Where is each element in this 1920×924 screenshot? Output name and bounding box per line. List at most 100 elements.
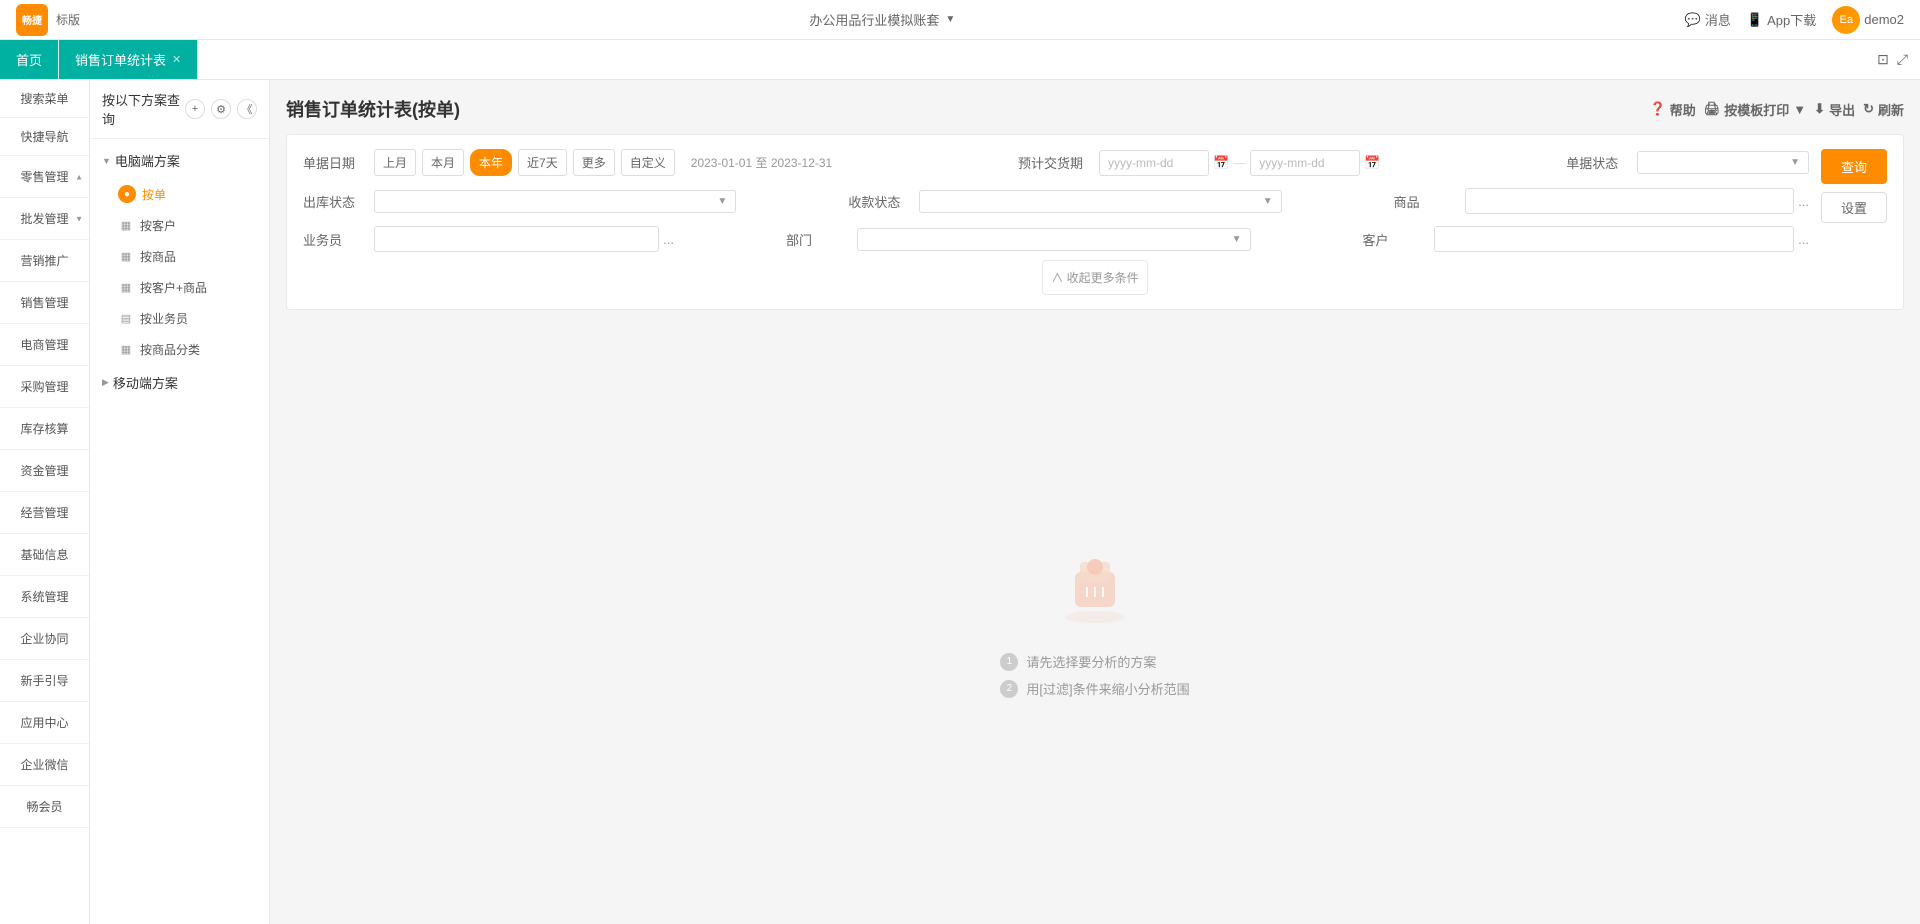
goods-input-group: ... [1465, 188, 1809, 214]
sidebar-item-basic[interactable]: 基础信息 [0, 534, 89, 576]
sidebar-item-enterprise[interactable]: 企业协同 [0, 618, 89, 660]
sidebar-item-wechat[interactable]: 企业微信 [0, 744, 89, 786]
sidebar-item-system[interactable]: 系统管理 [0, 576, 89, 618]
date-btn-7days[interactable]: 近7天 [518, 149, 567, 176]
date-btn-more[interactable]: 更多 [573, 149, 615, 176]
sidebar-item-quick-nav[interactable]: 快捷导航 [0, 118, 89, 156]
salesperson-more-btn[interactable]: ... [663, 232, 674, 247]
collapse-panel-btn[interactable]: 《 [237, 99, 257, 119]
print-icon: 🖨 [1704, 101, 1721, 117]
sidebar-item-finance[interactable]: 资金管理 [0, 450, 89, 492]
expected-date-end[interactable] [1250, 150, 1360, 176]
sidebar-item-retail[interactable]: 零售管理 [0, 156, 89, 198]
page-title: 销售订单统计表(按单) [286, 96, 460, 122]
top-bar: 畅捷 标版 办公用品行业模拟账套 ▼ 💬 消息 📱 App下载 Ea demo2 [0, 0, 1920, 40]
export-icon: ⬇ [1814, 101, 1825, 117]
sidebar-item-apps[interactable]: 应用中心 [0, 702, 89, 744]
app-download-btn[interactable]: 📱 App下载 [1747, 10, 1816, 29]
date-btn-this-year[interactable]: 本年 [470, 149, 512, 176]
mobile-scheme-parent[interactable]: ▶ 移动端方案 [90, 365, 269, 400]
tab-home[interactable]: 首页 [0, 40, 59, 79]
window-maximize-icon[interactable]: ⤢ [1897, 51, 1908, 68]
salesperson-label: 业务员 [303, 230, 358, 249]
calendar-icon-end[interactable]: 📅 [1364, 155, 1380, 171]
tree-expand-icon: ▶ [102, 377, 109, 388]
refresh-btn[interactable]: ↻ 刷新 [1863, 100, 1904, 119]
empty-tip-1: 1 请先选择要分析的方案 [1000, 652, 1189, 671]
date-btn-last-month[interactable]: 上月 [374, 149, 416, 176]
refresh-icon: ↻ [1863, 101, 1874, 117]
scheme-icon: ▦ [118, 342, 134, 358]
page-title-actions: ❓ 帮助 🖨 按模板打印 ▼ ⬇ 导出 ↻ 刷新 [1650, 100, 1904, 119]
scheme-by-order[interactable]: ● 按单 [90, 178, 269, 210]
bill-status-select[interactable]: ▼ [1637, 151, 1809, 174]
sidebar-item-marketing[interactable]: 营销推广 [0, 240, 89, 282]
export-btn[interactable]: ⬇ 导出 [1814, 100, 1855, 119]
sidebar-item-search-menu[interactable]: 搜索菜单 [0, 80, 89, 118]
customer-input-group: ... [1434, 226, 1810, 252]
scheme-by-cust-prod[interactable]: ▦ 按客户+商品 [90, 272, 269, 303]
customer-input[interactable] [1434, 226, 1795, 252]
print-dropdown-icon: ▼ [1793, 102, 1806, 117]
expected-date-start[interactable] [1099, 150, 1209, 176]
left-panel-header: 按以下方案查询 + ⚙ 《 [90, 80, 269, 139]
payment-status-select[interactable]: ▼ [919, 190, 1281, 213]
date-options: 上月 本月 本年 近7天 更多 自定义 [374, 149, 675, 176]
top-bar-right: 💬 消息 📱 App下载 Ea demo2 [1685, 6, 1904, 34]
tab-bar-actions: ⊡ ⤢ [1865, 40, 1920, 79]
messages-btn[interactable]: 💬 消息 [1685, 10, 1731, 29]
pc-scheme-section: ▼ 电脑端方案 ● 按单 ▦ 按客户 ▦ 按商品 ▦ 按客户+商品 ▤ 按业务员 [90, 139, 269, 404]
filter-row-2: 出库状态 ▼ 收款状态 ▼ 商品 [303, 188, 1809, 214]
date-btn-this-month[interactable]: 本月 [422, 149, 464, 176]
left-panel-actions: + ⚙ 《 [185, 99, 257, 119]
scheme-by-customer[interactable]: ▦ 按客户 [90, 210, 269, 241]
workspace-selector[interactable]: 办公用品行业模拟账套 ▼ [809, 10, 955, 29]
sidebar-item-sales-mgmt[interactable]: 销售管理 [0, 282, 89, 324]
setting-button[interactable]: 设置 [1821, 192, 1887, 223]
avatar: Ea [1832, 6, 1860, 34]
payment-status-dropdown-icon: ▼ [1263, 196, 1273, 207]
scheme-by-salesperson[interactable]: ▤ 按业务员 [90, 303, 269, 334]
scheme-by-product[interactable]: ▦ 按商品 [90, 241, 269, 272]
print-btn[interactable]: 🖨 按模板打印 ▼ [1704, 100, 1806, 119]
date-separator: — [1233, 155, 1246, 170]
calendar-icon-start[interactable]: 📅 [1213, 155, 1229, 171]
salesperson-input[interactable] [374, 226, 659, 252]
goods-more-btn[interactable]: ... [1798, 194, 1809, 209]
left-panel-title: 按以下方案查询 [102, 90, 185, 128]
user-menu[interactable]: Ea demo2 [1832, 6, 1904, 34]
shipment-status-select[interactable]: ▼ [374, 190, 736, 213]
bill-date-label: 单据日期 [303, 153, 358, 172]
customer-more-btn[interactable]: ... [1798, 232, 1809, 247]
bill-status-dropdown-icon: ▼ [1790, 157, 1800, 168]
add-scheme-btn[interactable]: + [185, 99, 205, 119]
empty-tips: 1 请先选择要分析的方案 2 用[过滤]条件来缩小分析范围 [1000, 652, 1189, 698]
scheme-icon: ▦ [118, 218, 134, 234]
scheme-by-category[interactable]: ▦ 按商品分类 [90, 334, 269, 365]
sidebar-item-newbie[interactable]: 新手引导 [0, 660, 89, 702]
collapse-filter-btn[interactable]: ∧ 收起更多条件 [1042, 260, 1147, 295]
sidebar-item-inventory[interactable]: 库存核算 [0, 408, 89, 450]
window-restore-icon[interactable]: ⊡ [1877, 51, 1889, 68]
shipment-status-dropdown-icon: ▼ [717, 196, 727, 207]
empty-illustration [1045, 532, 1145, 632]
sidebar-item-member[interactable]: 畅会员 [0, 786, 89, 828]
tab-close-icon[interactable]: ✕ [172, 53, 181, 66]
help-btn[interactable]: ❓ 帮助 [1650, 100, 1696, 119]
sidebar-item-operations[interactable]: 经营管理 [0, 492, 89, 534]
department-select[interactable]: ▼ [857, 228, 1251, 251]
top-bar-left: 畅捷 标版 [16, 4, 80, 36]
tab-sales-stats[interactable]: 销售订单统计表 ✕ [59, 40, 198, 79]
pc-scheme-parent[interactable]: ▼ 电脑端方案 [90, 143, 269, 178]
tip-num-2: 2 [1000, 680, 1018, 698]
sidebar-item-ecommerce[interactable]: 电商管理 [0, 324, 89, 366]
expected-date-label: 预计交货期 [1018, 153, 1083, 172]
tab-bar: 首页 销售订单统计表 ✕ ⊡ ⤢ [0, 40, 1920, 80]
date-btn-custom[interactable]: 自定义 [621, 149, 675, 176]
query-button[interactable]: 查询 [1821, 149, 1887, 184]
sidebar-item-wholesale[interactable]: 批发管理 [0, 198, 89, 240]
scheme-icon: ▤ [118, 311, 134, 327]
goods-input[interactable] [1465, 188, 1794, 214]
settings-scheme-btn[interactable]: ⚙ [211, 99, 231, 119]
sidebar-item-purchase[interactable]: 采购管理 [0, 366, 89, 408]
